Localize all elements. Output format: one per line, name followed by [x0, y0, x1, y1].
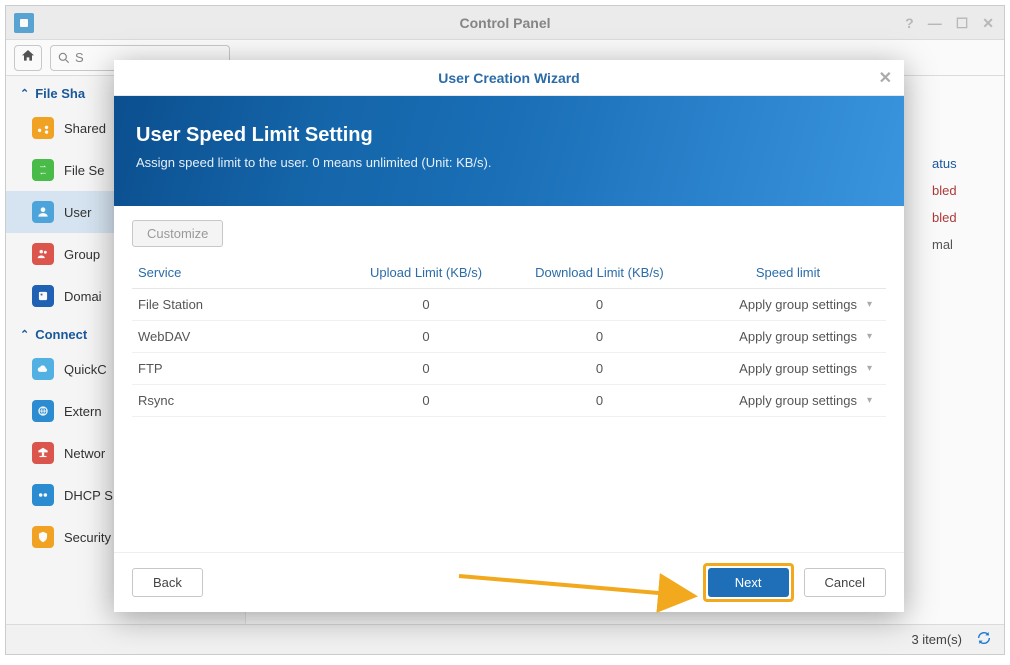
chevron-down-icon: ▾	[867, 299, 872, 310]
modal-titlebar: User Creation Wizard ✕	[114, 60, 904, 96]
control-panel-window: Control Panel ? — ☐ ✕ S ⌃ File Sha	[5, 5, 1005, 655]
col-speed-limit[interactable]: Speed limit	[690, 257, 886, 289]
table-row: FTP00Apply group settings▾	[132, 353, 886, 385]
cell-download: 0	[509, 289, 690, 321]
next-button-highlight: Next	[703, 563, 794, 602]
cell-upload: 0	[343, 289, 509, 321]
col-service[interactable]: Service	[132, 257, 343, 289]
cell-speed-limit[interactable]: Apply group settings▾	[690, 353, 886, 385]
cell-upload: 0	[343, 353, 509, 385]
cell-speed-limit[interactable]: Apply group settings▾	[690, 385, 886, 417]
modal-body: Customize Service Upload Limit (KB/s) Do…	[114, 206, 904, 552]
cell-service: File Station	[132, 289, 343, 321]
close-icon[interactable]: ✕	[879, 68, 892, 88]
table-row: Rsync00Apply group settings▾	[132, 385, 886, 417]
next-button[interactable]: Next	[708, 568, 789, 597]
col-upload[interactable]: Upload Limit (KB/s)	[343, 257, 509, 289]
cell-upload: 0	[343, 321, 509, 353]
table-row: WebDAV00Apply group settings▾	[132, 321, 886, 353]
table-row: File Station00Apply group settings▾	[132, 289, 886, 321]
cell-download: 0	[509, 385, 690, 417]
customize-button[interactable]: Customize	[132, 220, 223, 247]
chevron-down-icon: ▾	[867, 331, 872, 342]
user-creation-wizard-modal: User Creation Wizard ✕ User Speed Limit …	[114, 60, 904, 612]
cell-speed-limit[interactable]: Apply group settings▾	[690, 289, 886, 321]
cell-service: FTP	[132, 353, 343, 385]
cell-service: Rsync	[132, 385, 343, 417]
cell-upload: 0	[343, 385, 509, 417]
modal-title: User Creation Wizard	[438, 70, 579, 86]
banner-subtitle: Assign speed limit to the user. 0 means …	[136, 155, 882, 170]
cell-download: 0	[509, 321, 690, 353]
modal-footer: Back Next Cancel	[114, 552, 904, 612]
chevron-down-icon: ▾	[867, 363, 872, 374]
cell-service: WebDAV	[132, 321, 343, 353]
col-download[interactable]: Download Limit (KB/s)	[509, 257, 690, 289]
speed-limit-table: Service Upload Limit (KB/s) Download Lim…	[132, 257, 886, 417]
modal-banner: User Speed Limit Setting Assign speed li…	[114, 96, 904, 206]
back-button[interactable]: Back	[132, 568, 203, 597]
banner-heading: User Speed Limit Setting	[136, 124, 882, 147]
cell-speed-limit[interactable]: Apply group settings▾	[690, 321, 886, 353]
cancel-button[interactable]: Cancel	[804, 568, 886, 597]
cell-download: 0	[509, 353, 690, 385]
chevron-down-icon: ▾	[867, 395, 872, 406]
